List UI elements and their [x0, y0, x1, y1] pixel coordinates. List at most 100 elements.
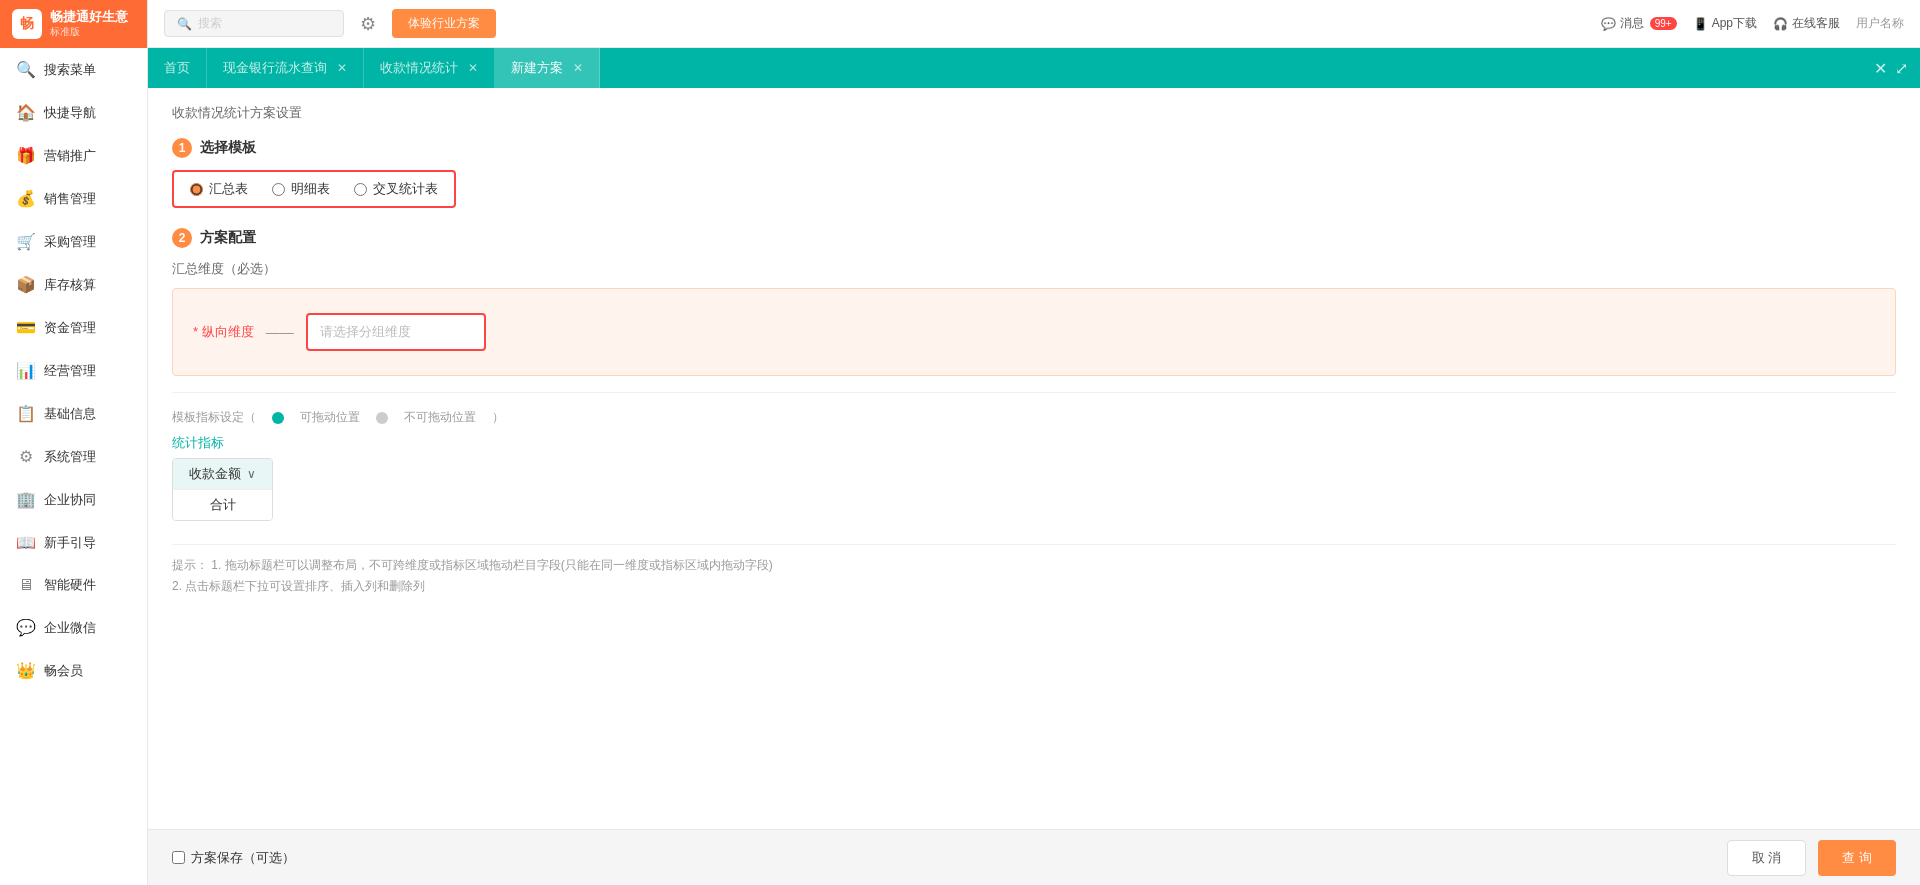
sidebar-item-system[interactable]: ⚙ 系统管理	[0, 435, 147, 478]
save-checkbox-label[interactable]: 方案保存（可选）	[172, 849, 295, 867]
vertical-dim-label: * 纵向维度	[193, 323, 254, 341]
tab-new-plan[interactable]: 新建方案 ✕	[495, 48, 600, 88]
marketing-icon: 🎁	[16, 146, 36, 165]
sidebar-item-sales[interactable]: 💰 销售管理	[0, 177, 147, 220]
sidebar-item-base[interactable]: 📋 基础信息	[0, 392, 147, 435]
search-menu-icon: 🔍	[16, 60, 36, 79]
metrics-header: 模板指标设定（ 可拖动位置 不可拖动位置 ）	[172, 409, 1896, 426]
dimension-select[interactable]: 请选择分组维度	[306, 313, 486, 351]
tip-line1: 提示： 1. 拖动标题栏可以调整布局，不可跨维度或指标区域拖动栏目字段(只能在同…	[172, 557, 1896, 574]
step2-title: 方案配置	[200, 229, 256, 247]
sidebar: 畅 畅捷通好生意 标准版 🔍 搜索菜单 🏠 快捷导航 🎁 营销推广 💰 销售管理…	[0, 0, 148, 885]
inventory-icon: 📦	[16, 275, 36, 294]
tab-home[interactable]: 首页	[148, 48, 207, 88]
metrics-table: 收款金额 ∨ 合计	[172, 458, 273, 521]
guide-icon: 📖	[16, 533, 36, 552]
sidebar-item-hardware[interactable]: 🖥 智能硬件	[0, 564, 147, 606]
sidebar-item-operation[interactable]: 📊 经营管理	[0, 349, 147, 392]
arrow: ——	[266, 324, 294, 340]
search-box[interactable]: 🔍 搜索	[164, 10, 344, 37]
fixed-label: 不可拖动位置	[404, 409, 476, 426]
step2-header: 2 方案配置	[172, 228, 1896, 248]
tab-close-collection[interactable]: ✕	[468, 61, 478, 75]
template-options: 汇总表 明细表 交叉统计表	[172, 170, 456, 208]
service-icon: 🎧	[1773, 17, 1788, 31]
tabbar: 首页 现金银行流水查询 ✕ 收款情况统计 ✕ 新建方案 ✕ ✕ ⤢	[148, 48, 1920, 88]
metrics-title-text: 模板指标设定（	[172, 409, 256, 426]
tab-controls: ✕ ⤢	[1862, 48, 1920, 88]
search-icon: 🔍	[177, 17, 192, 31]
content-area: 收款情况统计方案设置 1 选择模板 汇总表 明细表	[148, 88, 1920, 885]
query-button[interactable]: 查 询	[1818, 840, 1896, 876]
sidebar-item-finance[interactable]: 💳 资金管理	[0, 306, 147, 349]
step1-title: 选择模板	[200, 139, 256, 157]
step1-header: 1 选择模板	[172, 138, 1896, 158]
sidebar-item-wechat[interactable]: 💬 企业微信	[0, 606, 147, 649]
hardware-icon: 🖥	[16, 576, 36, 594]
topbar: 🔍 搜索 ⚙ 体验行业方案 💬 消息 99+ 📱 App下载 🎧 在线客服 用户…	[148, 0, 1920, 48]
section-template: 1 选择模板 汇总表 明细表 交叉统计表	[172, 138, 1896, 208]
draggable-label: 可拖动位置	[300, 409, 360, 426]
stats-label: 统计指标	[172, 434, 1896, 452]
step2-num: 2	[172, 228, 192, 248]
sidebar-item-quick-nav[interactable]: 🏠 快捷导航	[0, 91, 147, 134]
radio-detail-input[interactable]	[272, 183, 285, 196]
tab-close-all-icon[interactable]: ✕	[1874, 59, 1887, 78]
sidebar-item-corp[interactable]: 🏢 企业协同	[0, 478, 147, 521]
notification-icon: 💬	[1601, 17, 1616, 31]
radio-cross[interactable]: 交叉统计表	[354, 180, 438, 198]
finance-icon: 💳	[16, 318, 36, 337]
purchase-icon: 🛒	[16, 232, 36, 251]
tab-collection-stat[interactable]: 收款情况统计 ✕	[364, 48, 495, 88]
radio-summary-input[interactable]	[190, 183, 203, 196]
radio-cross-input[interactable]	[354, 183, 367, 196]
metrics-row-total: 合计	[173, 489, 272, 520]
operation-icon: 📊	[16, 361, 36, 380]
corp-icon: 🏢	[16, 490, 36, 509]
sidebar-item-guide[interactable]: 📖 新手引导	[0, 521, 147, 564]
metrics-section: 模板指标设定（ 可拖动位置 不可拖动位置 ） 统计指标 收款金额 ∨ 合计	[172, 409, 1896, 524]
settings-icon[interactable]: ⚙	[360, 13, 376, 35]
sidebar-item-inventory[interactable]: 📦 库存核算	[0, 263, 147, 306]
sales-icon: 💰	[16, 189, 36, 208]
page-container: 收款情况统计方案设置 1 选择模板 汇总表 明细表	[148, 88, 1920, 829]
radio-detail[interactable]: 明细表	[272, 180, 330, 198]
tab-close-bank-flow[interactable]: ✕	[337, 61, 347, 75]
draggable-dot	[272, 412, 284, 424]
fixed-dot	[376, 412, 388, 424]
tip-line2: 2. 点击标题栏下拉可设置排序、插入列和删除列	[172, 578, 1896, 595]
sidebar-item-purchase[interactable]: 🛒 采购管理	[0, 220, 147, 263]
tab-close-new-plan[interactable]: ✕	[573, 61, 583, 75]
dimension-area: * 纵向维度 —— 请选择分组维度	[172, 288, 1896, 376]
bottom-bar: 方案保存（可选） 取 消 查 询	[148, 829, 1920, 885]
tab-expand-icon[interactable]: ⤢	[1895, 59, 1908, 78]
base-icon: 📋	[16, 404, 36, 423]
divider1	[172, 392, 1896, 393]
metrics-col-header[interactable]: 收款金额 ∨	[173, 459, 272, 489]
dimension-row: * 纵向维度 —— 请选择分组维度	[193, 313, 1875, 351]
chevron-down-icon[interactable]: ∨	[247, 467, 256, 481]
username-display: 用户名称	[1856, 15, 1904, 32]
online-service-btn[interactable]: 🎧 在线客服	[1773, 15, 1840, 32]
sidebar-item-search-menu[interactable]: 🔍 搜索菜单	[0, 48, 147, 91]
system-icon: ⚙	[16, 447, 36, 466]
step1-num: 1	[172, 138, 192, 158]
promo-button[interactable]: 体验行业方案	[392, 9, 496, 38]
logo-text: 畅捷通好生意 标准版	[50, 9, 128, 39]
tab-bank-flow[interactable]: 现金银行流水查询 ✕	[207, 48, 364, 88]
radio-summary[interactable]: 汇总表	[190, 180, 248, 198]
wechat-icon: 💬	[16, 618, 36, 637]
notification-btn[interactable]: 💬 消息 99+	[1601, 15, 1677, 32]
sidebar-item-marketing[interactable]: 🎁 营销推广	[0, 134, 147, 177]
main-area: 🔍 搜索 ⚙ 体验行业方案 💬 消息 99+ 📱 App下载 🎧 在线客服 用户…	[148, 0, 1920, 885]
app-download-btn[interactable]: 📱 App下载	[1693, 15, 1757, 32]
footer-buttons: 取 消 查 询	[1727, 840, 1896, 876]
cancel-button[interactable]: 取 消	[1727, 840, 1807, 876]
page-title: 收款情况统计方案设置	[172, 104, 1896, 122]
save-checkbox-input[interactable]	[172, 851, 185, 864]
member-icon: 👑	[16, 661, 36, 680]
app-icon: 📱	[1693, 17, 1708, 31]
sidebar-item-member[interactable]: 👑 畅会员	[0, 649, 147, 692]
section-config: 2 方案配置 汇总维度（必选） * 纵向维度 —— 请选择分组维度	[172, 228, 1896, 595]
logo-icon: 畅	[12, 9, 42, 39]
